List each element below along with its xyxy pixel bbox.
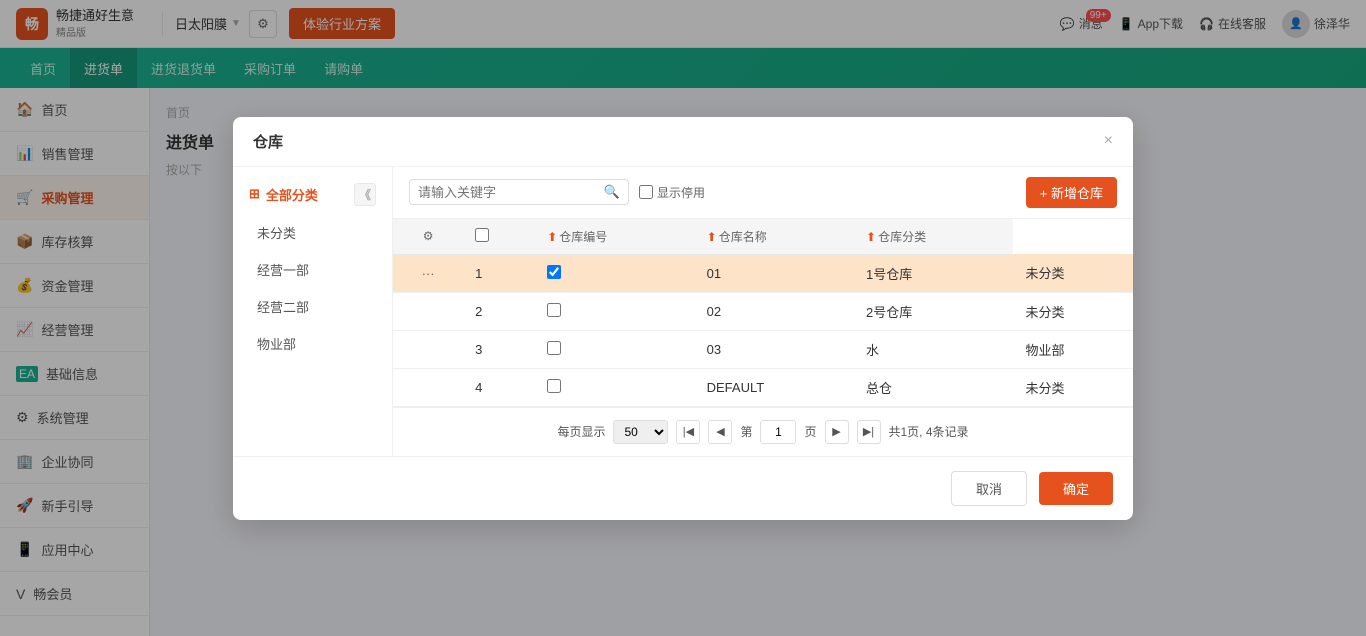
row-checkbox[interactable] xyxy=(547,379,561,393)
warehouse-modal: 仓库 × ⊞ 全部分类 《 未分类 经营一部 经营二部 物业部 xyxy=(233,117,1133,520)
search-icon[interactable]: 🔍 xyxy=(604,184,620,200)
modal-title: 仓库 xyxy=(253,131,283,152)
cat-item-property[interactable]: 物业部 xyxy=(233,325,392,362)
row-name: 水 xyxy=(854,330,1013,368)
table-row[interactable]: 3 03 水 物业部 xyxy=(393,330,1133,368)
modal-body: ⊞ 全部分类 《 未分类 经营一部 经营二部 物业部 🔍 xyxy=(233,167,1133,456)
row-checkbox[interactable] xyxy=(547,341,561,355)
warehouse-table: ⚙ ⬆仓库编号 ⬆仓库名称 ⬆仓库分类 ··· 1 xyxy=(393,219,1133,407)
prev-page-button[interactable]: ◀ xyxy=(708,420,732,444)
select-all-checkbox[interactable] xyxy=(475,228,489,242)
col-checkbox xyxy=(463,219,535,255)
cancel-button[interactable]: 取消 xyxy=(951,471,1027,506)
table-row[interactable]: ··· 1 01 1号仓库 未分类 xyxy=(393,254,1133,292)
cat-item-ops1[interactable]: 经营一部 xyxy=(233,251,392,288)
confirm-button[interactable]: 确定 xyxy=(1039,472,1113,505)
row-code: DEFAULT xyxy=(695,368,854,406)
modal-header: 仓库 × xyxy=(233,117,1133,167)
sort-icon-category: ⬆ xyxy=(866,230,876,244)
modal-overlay: 仓库 × ⊞ 全部分类 《 未分类 经营一部 经营二部 物业部 xyxy=(0,0,1366,636)
next-page-button[interactable]: ▶ xyxy=(825,420,849,444)
modal-close-button[interactable]: × xyxy=(1104,132,1113,150)
table-header-row: ⚙ ⬆仓库编号 ⬆仓库名称 ⬆仓库分类 xyxy=(393,219,1133,255)
row-index: 3 xyxy=(463,330,535,368)
warehouse-data-table: ⚙ ⬆仓库编号 ⬆仓库名称 ⬆仓库分类 ··· 1 xyxy=(393,219,1133,407)
table-row[interactable]: 2 02 2号仓库 未分类 xyxy=(393,292,1133,330)
row-checkbox[interactable] xyxy=(547,265,561,279)
show-disabled-label: 显示停用 xyxy=(639,184,705,201)
row-name: 总仓 xyxy=(854,368,1013,406)
cat-item-ops2[interactable]: 经营二部 xyxy=(233,288,392,325)
collapse-button[interactable]: 《 xyxy=(354,183,376,206)
search-input[interactable] xyxy=(418,185,600,200)
add-warehouse-button[interactable]: + 新增仓库 xyxy=(1026,177,1117,208)
category-sidebar: ⊞ 全部分类 《 未分类 经营一部 经营二部 物业部 xyxy=(233,167,393,456)
row-category: 未分类 xyxy=(1013,254,1133,292)
last-page-button[interactable]: ▶| xyxy=(857,420,881,444)
sort-icon-name: ⬆ xyxy=(707,230,717,244)
show-disabled-checkbox[interactable] xyxy=(639,185,653,199)
col-name: ⬆仓库名称 xyxy=(695,219,854,255)
row-category: 未分类 xyxy=(1013,292,1133,330)
row-code: 01 xyxy=(695,254,854,292)
page-number-input[interactable] xyxy=(760,420,796,444)
first-page-button[interactable]: |◀ xyxy=(676,420,700,444)
col-settings: ⚙ xyxy=(393,219,463,255)
row-name: 2号仓库 xyxy=(854,292,1013,330)
pagination: 每页显示 50 20 100 |◀ ◀ 第 页 ▶ ▶| 共1页, 4条记录 xyxy=(393,407,1133,456)
row-index: 2 xyxy=(463,292,535,330)
col-code: ⬆仓库编号 xyxy=(535,219,694,255)
table-toolbar: 🔍 显示停用 + 新增仓库 xyxy=(393,167,1133,219)
all-category-header[interactable]: ⊞ 全部分类 《 xyxy=(233,175,392,214)
row-actions xyxy=(393,292,463,330)
row-actions xyxy=(393,368,463,406)
row-name: 1号仓库 xyxy=(854,254,1013,292)
cat-item-unclassified[interactable]: 未分类 xyxy=(233,214,392,251)
modal-footer: 取消 确定 xyxy=(233,456,1133,520)
table-area: 🔍 显示停用 + 新增仓库 ⚙ xyxy=(393,167,1133,456)
row-actions: ··· xyxy=(393,254,463,292)
row-index: 1 xyxy=(463,254,535,292)
per-page-select[interactable]: 50 20 100 xyxy=(613,420,668,444)
col-category: ⬆仓库分类 xyxy=(854,219,1013,255)
row-code: 02 xyxy=(695,292,854,330)
table-row[interactable]: 4 DEFAULT 总仓 未分类 xyxy=(393,368,1133,406)
row-checkbox[interactable] xyxy=(547,303,561,317)
row-category: 未分类 xyxy=(1013,368,1133,406)
row-category: 物业部 xyxy=(1013,330,1133,368)
grid-icon: ⊞ xyxy=(249,186,260,202)
search-box: 🔍 xyxy=(409,179,629,205)
sort-icon-code: ⬆ xyxy=(547,230,557,244)
row-actions xyxy=(393,330,463,368)
row-code: 03 xyxy=(695,330,854,368)
row-index: 4 xyxy=(463,368,535,406)
